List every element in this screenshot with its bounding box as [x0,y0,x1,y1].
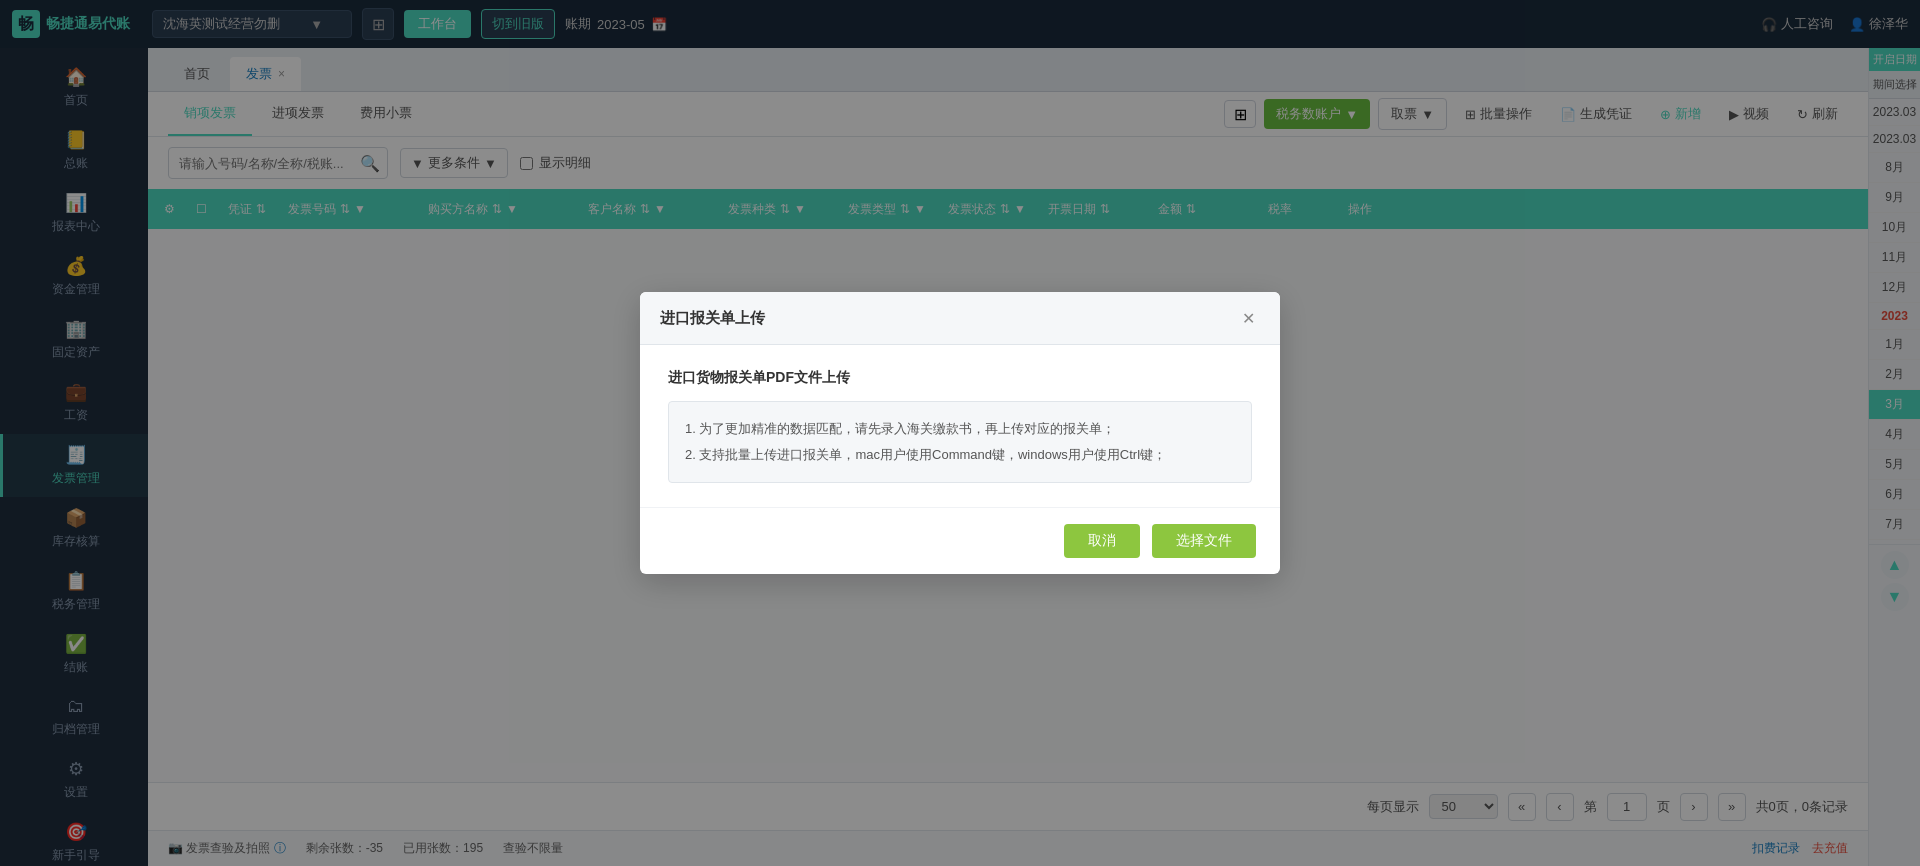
import-modal: 进口报关单上传 ✕ 进口货物报关单PDF文件上传 1. 为了更加精准的数据匹配，… [640,292,1280,574]
modal-section-title: 进口货物报关单PDF文件上传 [668,369,1252,387]
modal-footer: 取消 选择文件 [640,507,1280,574]
modal-header: 进口报关单上传 ✕ [640,292,1280,345]
modal-title: 进口报关单上传 [660,309,765,328]
modal-cancel-button[interactable]: 取消 [1064,524,1140,558]
modal-body: 进口货物报关单PDF文件上传 1. 为了更加精准的数据匹配，请先录入海关缴款书，… [640,345,1280,507]
modal-close-button[interactable]: ✕ [1236,306,1260,330]
modal-info-box: 1. 为了更加精准的数据匹配，请先录入海关缴款书，再上传对应的报关单； 2. 支… [668,401,1252,483]
modal-info-item-1: 1. 为了更加精准的数据匹配，请先录入海关缴款书，再上传对应的报关单； [685,416,1235,442]
modal-info-item-2: 2. 支持批量上传进口报关单，mac用户使用Command键，windows用户… [685,442,1235,468]
modal-select-file-button[interactable]: 选择文件 [1152,524,1256,558]
modal-overlay[interactable]: 进口报关单上传 ✕ 进口货物报关单PDF文件上传 1. 为了更加精准的数据匹配，… [0,0,1920,866]
